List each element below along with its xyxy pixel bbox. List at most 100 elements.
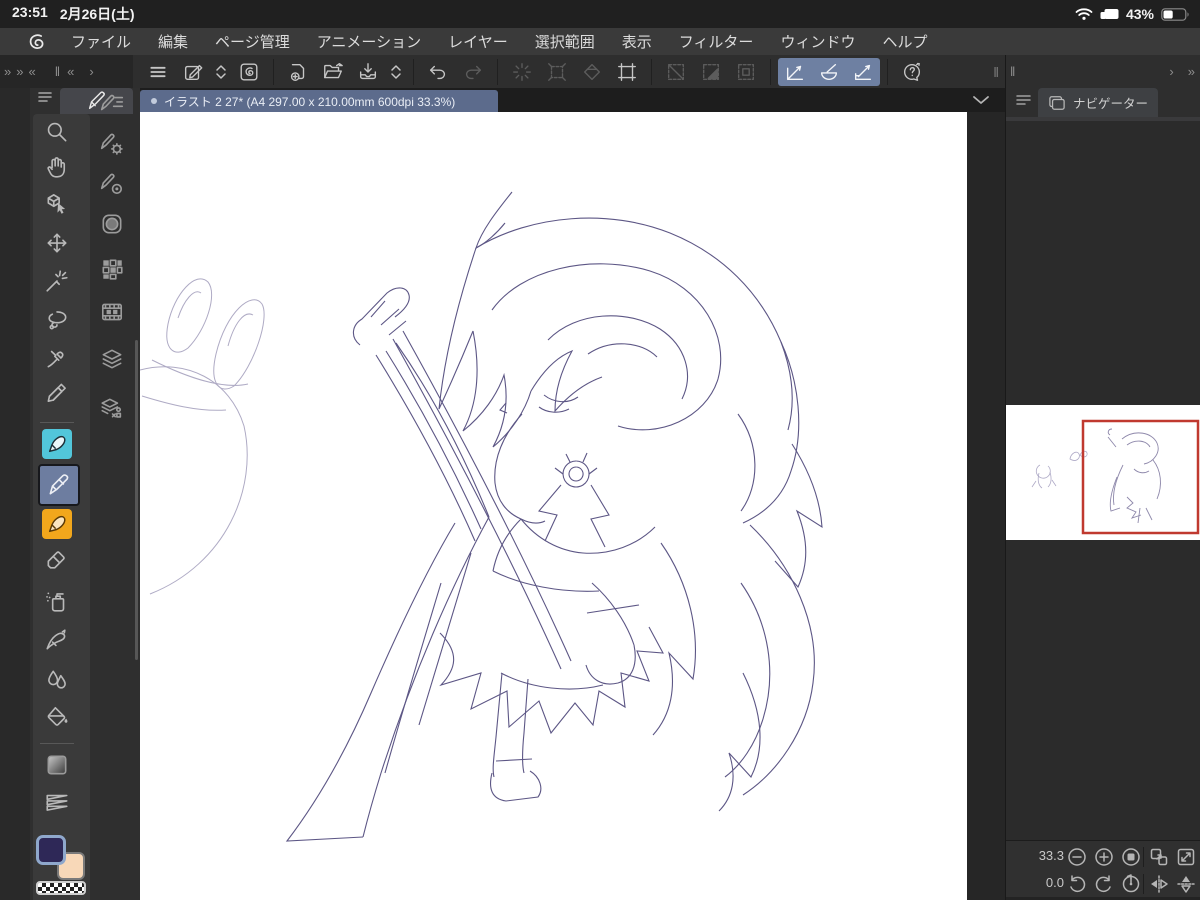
navigator-thumbnail[interactable]	[1006, 405, 1200, 540]
tool-gradient[interactable]	[42, 750, 72, 780]
collapse-dock-icon[interactable]: «	[67, 64, 74, 79]
battery-icon	[1161, 7, 1189, 21]
burst-button[interactable]	[505, 58, 539, 86]
menu-selection[interactable]: 選択範囲	[535, 31, 595, 52]
flip-vertical-button[interactable]	[1175, 873, 1197, 895]
layers-icon	[102, 349, 122, 369]
tool-move-layer[interactable]	[42, 228, 72, 258]
tool-operation[interactable]	[42, 188, 72, 218]
navigator-panel: ‖ › » ナビゲーター 33.3 0.0	[1005, 55, 1200, 900]
subtool-layers[interactable]	[97, 344, 127, 374]
menu-edit[interactable]: 編集	[158, 31, 188, 52]
dashed-rays-button[interactable]	[540, 58, 574, 86]
tool-lasso[interactable]	[42, 305, 72, 335]
navigator-tab[interactable]: ナビゲーター	[1038, 88, 1158, 117]
panel-menu-icon[interactable]	[1016, 93, 1031, 111]
menu-animation[interactable]: アニメーション	[317, 31, 421, 52]
redo-button[interactable]	[456, 58, 490, 86]
tool-eraser[interactable]	[42, 543, 72, 573]
flip-horizontal-button[interactable]	[1148, 873, 1170, 895]
transform-frame-button[interactable]	[610, 58, 644, 86]
collapse-dock-icon[interactable]: «	[28, 64, 35, 79]
new-canvas-button[interactable]	[281, 58, 315, 86]
rotate-right-button[interactable]	[1093, 873, 1115, 895]
menu-file[interactable]: ファイル	[71, 31, 131, 52]
toolbar-handle[interactable]: ‖	[993, 64, 999, 80]
transparent-color-swatch[interactable]	[36, 881, 86, 895]
tool-decoration[interactable]	[42, 625, 72, 655]
save-button[interactable]	[351, 58, 385, 86]
fit-to-screen-icon	[1150, 848, 1168, 866]
invert-selection-button[interactable]	[694, 58, 728, 86]
chevron-down-icon	[973, 96, 989, 104]
subtool-pen-gear[interactable]	[97, 129, 127, 159]
canvas[interactable]	[139, 112, 967, 900]
tabbar-collapse-button[interactable]	[968, 91, 994, 109]
fit-to-screen-button[interactable]	[1148, 846, 1170, 868]
expand-dock-icon[interactable]: »	[16, 64, 23, 79]
main-menu-button[interactable]	[141, 58, 175, 86]
tool-hand[interactable]	[42, 152, 72, 182]
diamond-button[interactable]	[575, 58, 609, 86]
tool-palette-menu-icon[interactable]	[37, 90, 53, 109]
help-button[interactable]	[895, 58, 929, 86]
subtool-pattern-grid[interactable]	[97, 254, 127, 284]
subtool-circle-shape[interactable]	[97, 209, 127, 239]
tool-blend[interactable]	[42, 665, 72, 695]
tool-auto-select[interactable]	[42, 266, 72, 296]
subtool-scrollbar[interactable]	[135, 340, 138, 660]
clear-selection-button[interactable]	[659, 58, 693, 86]
collapse-panel-icon[interactable]: ›	[1169, 64, 1173, 79]
document-tab[interactable]: イラスト 2 27* (A4 297.00 x 210.00mm 600dpi …	[140, 90, 498, 112]
save-icon	[359, 62, 377, 79]
zoom-in-button[interactable]	[1093, 846, 1115, 868]
subtool-film-strip[interactable]	[97, 297, 127, 327]
menu-layer[interactable]: レイヤー	[448, 31, 508, 52]
undo-button[interactable]	[421, 58, 455, 86]
fit-to-window-button[interactable]	[1175, 846, 1197, 868]
shrink-selection-button[interactable]	[729, 58, 763, 86]
tool-property-stepper[interactable]	[211, 58, 231, 86]
menu-help[interactable]: ヘルプ	[882, 31, 927, 52]
snap-to-curve-button[interactable]	[812, 58, 846, 86]
expand-icon[interactable]: ›	[89, 64, 93, 79]
tool-pen-selected[interactable]	[38, 464, 80, 506]
dock-handle[interactable]: ‖	[55, 64, 60, 79]
panel-handle[interactable]: ‖	[1010, 64, 1015, 79]
menu-view[interactable]: 表示	[622, 31, 652, 52]
rotate-left-button[interactable]	[1066, 873, 1088, 895]
zoom-out-button[interactable]	[1066, 846, 1088, 868]
tool-pen-orange[interactable]	[42, 509, 72, 539]
clip-studio-logo[interactable]	[26, 31, 48, 53]
snap-to-special-ruler-button[interactable]	[846, 58, 880, 86]
collapse-panel-double-icon[interactable]: »	[1188, 64, 1195, 79]
tool-divider	[40, 422, 74, 423]
menu-page-management[interactable]: ページ管理	[215, 31, 290, 52]
clip-studio-swirl-icon	[240, 63, 258, 80]
subtool-pen-target[interactable]	[97, 169, 127, 199]
expand-dock-icon[interactable]: »	[4, 64, 11, 79]
menu-filter[interactable]: フィルター	[679, 31, 754, 52]
save-stepper[interactable]	[386, 58, 406, 86]
snap-to-ruler-button[interactable]	[778, 58, 812, 86]
undo-icon	[429, 65, 446, 79]
tool-zoom[interactable]	[42, 117, 72, 147]
tool-airbrush[interactable]	[42, 586, 72, 616]
tool-marker[interactable]	[42, 377, 72, 407]
panel-tab-underline	[1006, 117, 1200, 121]
zoom-100-button[interactable]	[1120, 846, 1142, 868]
tool-figure[interactable]	[42, 787, 72, 817]
command-bar: » » « ‖ « › ‖	[0, 55, 1005, 88]
start-page-button[interactable]	[232, 58, 266, 86]
blend-drops-icon	[48, 670, 66, 689]
reset-rotation-button[interactable]	[1120, 873, 1142, 895]
tool-fill[interactable]	[42, 702, 72, 732]
menu-window[interactable]: ウィンドウ	[780, 31, 855, 52]
foreground-color-swatch[interactable]	[36, 835, 66, 865]
tool-property-button[interactable]	[176, 58, 210, 86]
subtool-pen-list[interactable]	[97, 88, 127, 118]
tool-eyedropper[interactable]	[42, 343, 72, 373]
tool-pen-cyan[interactable]	[42, 429, 72, 459]
open-file-button[interactable]	[316, 58, 350, 86]
subtool-layers-edit[interactable]	[97, 393, 127, 423]
